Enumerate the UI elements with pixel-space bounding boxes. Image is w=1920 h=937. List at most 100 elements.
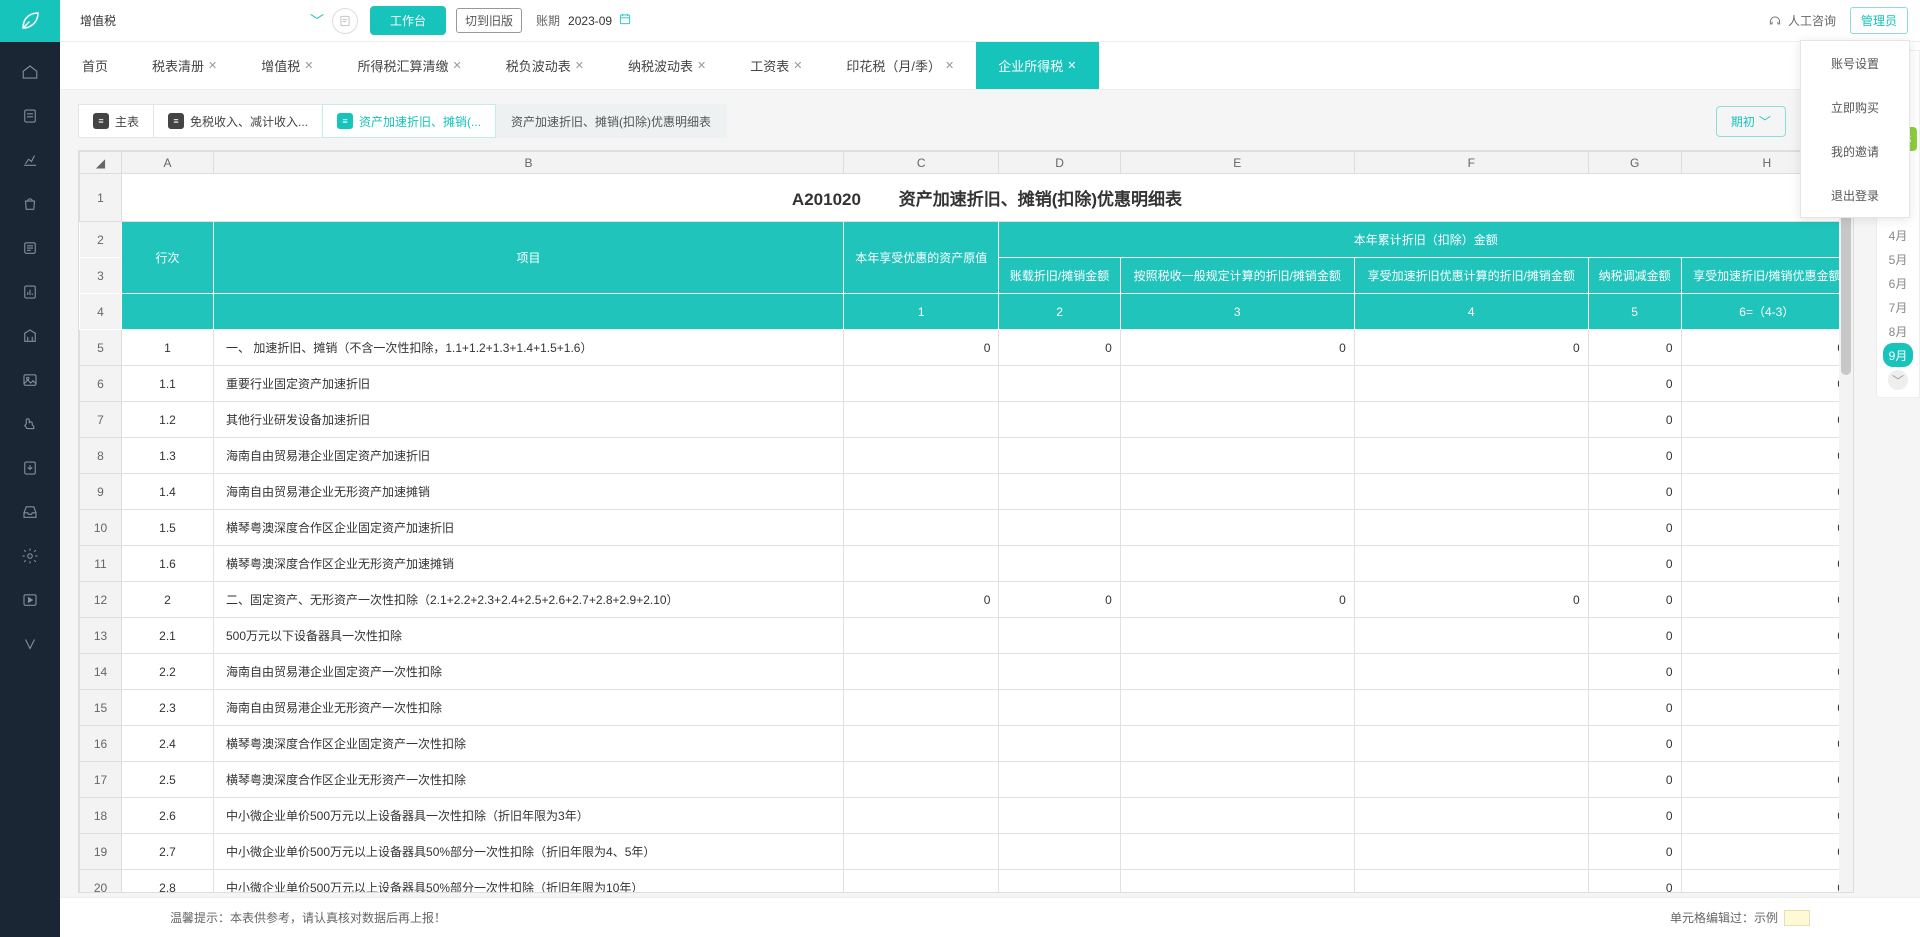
close-icon[interactable]: ✕ — [453, 59, 462, 72]
column-header[interactable]: A — [122, 152, 214, 174]
subtab-exempt-income[interactable]: ≡ 免税收入、减计收入... — [153, 104, 323, 138]
cell[interactable] — [999, 870, 1120, 894]
cell[interactable]: 中小微企业单价500万元以上设备器具50%部分一次性扣除（折旧年限为10年） — [214, 870, 844, 894]
cell[interactable] — [1120, 690, 1354, 726]
cell[interactable] — [1354, 438, 1588, 474]
cell[interactable] — [1120, 798, 1354, 834]
period-start-button[interactable]: 期初 ﹀ — [1716, 106, 1786, 137]
cell[interactable]: 其他行业研发设备加速折旧 — [214, 402, 844, 438]
month-item[interactable]: 9月 — [1883, 343, 1913, 367]
row-header[interactable]: 5 — [80, 330, 122, 366]
cell[interactable] — [844, 438, 999, 474]
close-icon[interactable]: ✕ — [697, 59, 706, 72]
cell[interactable] — [999, 690, 1120, 726]
tab[interactable]: 工资表✕ — [728, 42, 824, 89]
cell[interactable]: 0 — [1354, 582, 1588, 618]
calendar-icon[interactable] — [618, 12, 632, 29]
cell[interactable] — [999, 366, 1120, 402]
tab[interactable]: 纳税波动表✕ — [606, 42, 728, 89]
cell[interactable]: 0 — [1588, 870, 1681, 894]
nav-chart[interactable] — [0, 138, 60, 182]
cell[interactable] — [1354, 726, 1588, 762]
cell[interactable] — [999, 834, 1120, 870]
cell[interactable]: 0 — [844, 582, 999, 618]
month-item[interactable]: 4月 — [1877, 223, 1919, 247]
cell[interactable]: 0 — [1588, 366, 1681, 402]
cell[interactable]: 0 — [1588, 618, 1681, 654]
cell[interactable]: 2.5 — [122, 762, 214, 798]
cell[interactable] — [1354, 690, 1588, 726]
cell[interactable]: 2.1 — [122, 618, 214, 654]
cell[interactable] — [1354, 654, 1588, 690]
cell[interactable] — [1354, 870, 1588, 894]
cell[interactable]: 0 — [1588, 330, 1681, 366]
cell[interactable]: 海南自由贸易港企业固定资产一次性扣除 — [214, 654, 844, 690]
cell[interactable]: 2.3 — [122, 690, 214, 726]
row-header[interactable]: 20 — [80, 870, 122, 894]
month-item[interactable]: 8月 — [1877, 319, 1919, 343]
cell[interactable] — [999, 798, 1120, 834]
cell[interactable] — [1354, 834, 1588, 870]
cell[interactable]: 横琴粤澳深度合作区企业无形资产加速摊销 — [214, 546, 844, 582]
cell[interactable]: 中小微企业单价500万元以上设备器具一次性扣除（折旧年限为3年） — [214, 798, 844, 834]
cell[interactable] — [1354, 474, 1588, 510]
cell[interactable]: 一、 加速折旧、摊销（不含一次性扣除，1.1+1.2+1.3+1.4+1.5+1… — [214, 330, 844, 366]
cell[interactable]: 0 — [1681, 798, 1852, 834]
tab[interactable]: 印花税（月/季）✕ — [824, 42, 976, 89]
subtab-asset-depreciation[interactable]: ≡ 资产加速折旧、摊销(... — [322, 104, 496, 138]
cell[interactable]: 0 — [1681, 438, 1852, 474]
row-header[interactable]: 9 — [80, 474, 122, 510]
cell[interactable]: 2.8 — [122, 870, 214, 894]
cell[interactable]: 0 — [1588, 798, 1681, 834]
cell[interactable] — [1120, 618, 1354, 654]
cell[interactable]: 2 — [122, 582, 214, 618]
cell[interactable] — [999, 474, 1120, 510]
cell[interactable]: 横琴粤澳深度合作区企业固定资产加速折旧 — [214, 510, 844, 546]
cell[interactable]: 0 — [1681, 366, 1852, 402]
cell[interactable]: 0 — [999, 582, 1120, 618]
cell[interactable]: 1.6 — [122, 546, 214, 582]
cell[interactable] — [999, 654, 1120, 690]
cell[interactable]: 中小微企业单价500万元以上设备器具50%部分一次性扣除（折旧年限为4、5年） — [214, 834, 844, 870]
month-item[interactable]: 7月 — [1877, 295, 1919, 319]
cell[interactable] — [1120, 654, 1354, 690]
row-header[interactable]: 2 — [80, 222, 122, 258]
cell[interactable] — [1120, 726, 1354, 762]
cell[interactable] — [844, 402, 999, 438]
admin-button[interactable]: 管理员 — [1850, 7, 1908, 34]
cell[interactable]: 横琴粤澳深度合作区企业无形资产一次性扣除 — [214, 762, 844, 798]
cell[interactable]: 二、固定资产、无形资产一次性扣除（2.1+2.2+2.3+2.4+2.5+2.6… — [214, 582, 844, 618]
cell[interactable] — [1120, 402, 1354, 438]
close-icon[interactable]: ✕ — [1067, 59, 1076, 72]
cell[interactable]: 0 — [1588, 834, 1681, 870]
month-item[interactable]: 5月 — [1877, 247, 1919, 271]
cell[interactable] — [1354, 762, 1588, 798]
cell[interactable]: 0 — [1681, 582, 1852, 618]
nav-bag[interactable] — [0, 182, 60, 226]
cell[interactable]: 1.1 — [122, 366, 214, 402]
cell[interactable] — [844, 618, 999, 654]
dropdown-buy-now[interactable]: 立即购买 — [1801, 85, 1909, 129]
cell[interactable] — [999, 402, 1120, 438]
cell[interactable] — [1120, 834, 1354, 870]
row-header[interactable]: 10 — [80, 510, 122, 546]
cell[interactable]: 0 — [1681, 510, 1852, 546]
cell[interactable]: 0 — [1588, 582, 1681, 618]
switch-old-version-button[interactable]: 切到旧版 — [456, 8, 522, 33]
tab[interactable]: 增值税✕ — [239, 42, 335, 89]
row-header[interactable]: 19 — [80, 834, 122, 870]
column-header[interactable]: D — [999, 152, 1120, 174]
cell[interactable]: 0 — [1588, 474, 1681, 510]
vertical-scrollbar[interactable] — [1839, 173, 1853, 892]
row-header[interactable]: 14 — [80, 654, 122, 690]
cell[interactable] — [1120, 510, 1354, 546]
nav-temple[interactable] — [0, 314, 60, 358]
cell[interactable]: 0 — [1588, 690, 1681, 726]
cell[interactable] — [999, 726, 1120, 762]
cell[interactable]: 0 — [1681, 654, 1852, 690]
close-icon[interactable]: ✕ — [945, 59, 954, 72]
cell[interactable]: 2.6 — [122, 798, 214, 834]
workbench-button[interactable]: 工作台 — [370, 6, 446, 35]
row-header[interactable]: 12 — [80, 582, 122, 618]
nav-play[interactable] — [0, 578, 60, 622]
